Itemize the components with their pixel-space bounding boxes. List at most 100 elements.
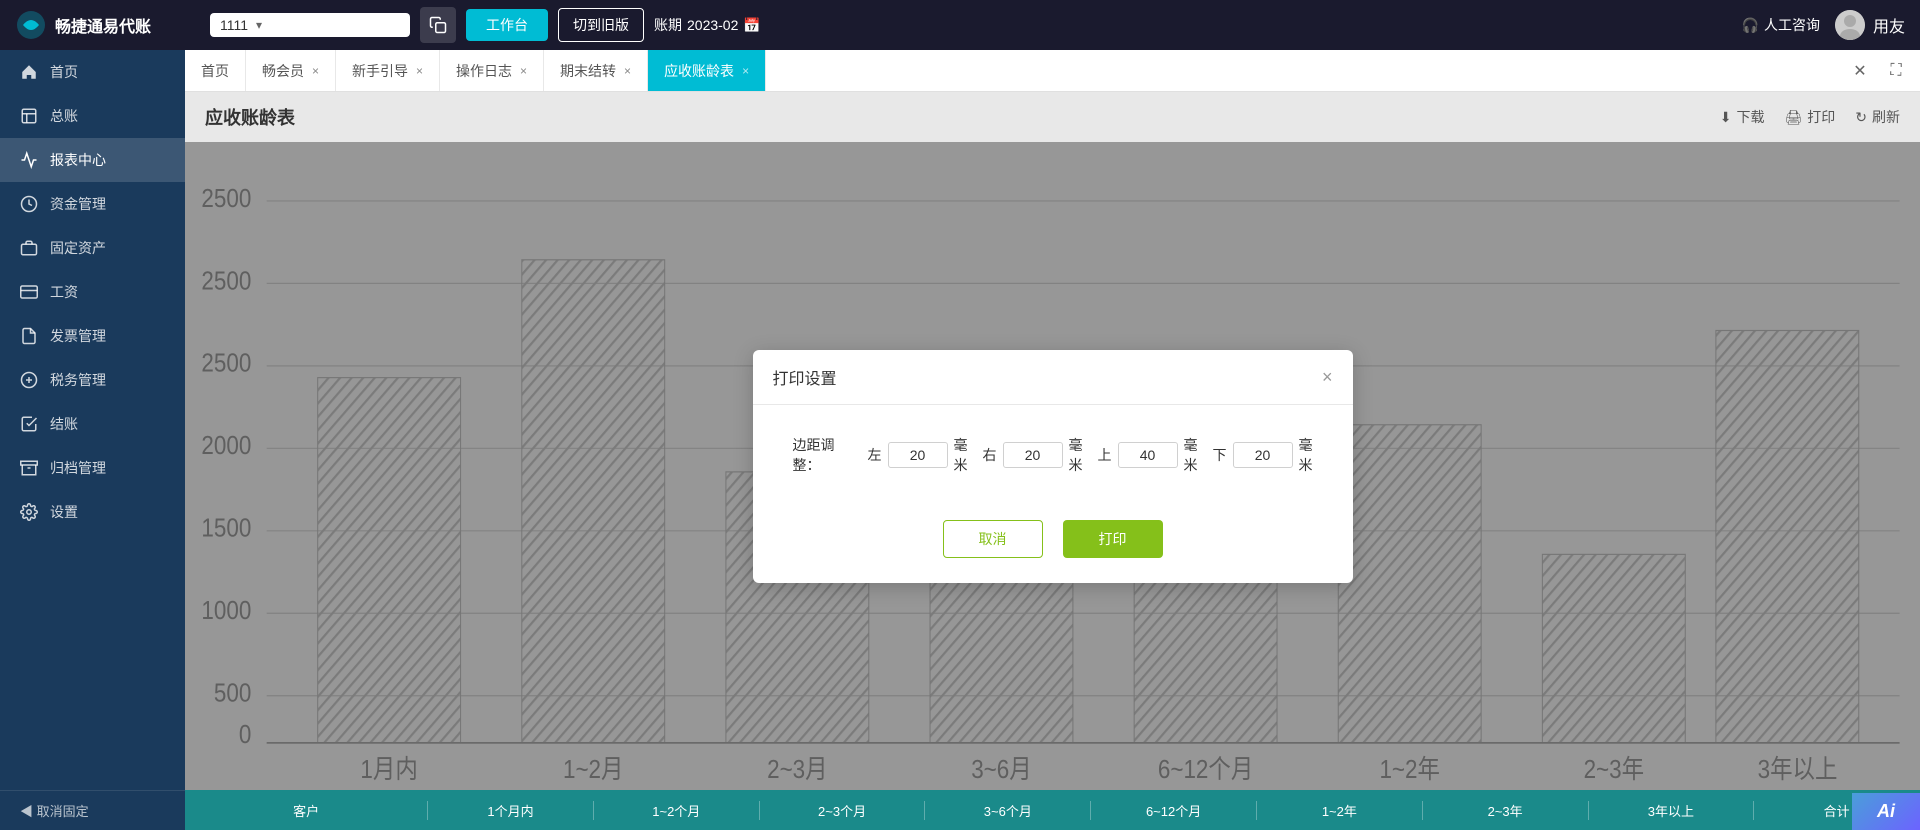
margin-left-input[interactable] (888, 442, 948, 468)
workbench-button[interactable]: 工作台 (466, 9, 548, 41)
ledger-icon (20, 107, 38, 125)
sidebar: 首页 总账 报表中心 (0, 50, 185, 830)
margin-bottom-unit: 毫米 (1299, 435, 1313, 475)
tab-aging[interactable]: 应收账龄表 × (648, 50, 766, 91)
ai-badge-text: Ai (1877, 801, 1895, 821)
salary-icon (20, 283, 38, 301)
margin-label: 边距调整： (793, 435, 853, 475)
tab-guide-close[interactable]: × (416, 64, 423, 78)
table-col-2-3year: 2~3年 (1423, 801, 1589, 820)
margin-right-unit: 毫米 (1069, 435, 1083, 475)
app-header: 畅捷通易代账 1111 ▾ 工作台 切到旧版 账期 2023-02 📅 🎧 人工… (0, 0, 1920, 50)
modal-title: 打印设置 (773, 365, 837, 389)
sidebar-label-reports: 报表中心 (50, 150, 106, 170)
page-header: 应收账龄表 ⬇ 下载 🖨 打印 ↻ 刷新 (185, 92, 1920, 142)
close-window-button[interactable]: ✕ (1846, 57, 1874, 85)
tab-period-end-label: 期末结转 (560, 61, 616, 81)
margin-bottom-input[interactable] (1233, 442, 1293, 468)
sidebar-item-salary[interactable]: 工资 (0, 270, 185, 314)
header-right: 🎧 人工咨询 用友 (1742, 10, 1905, 40)
tab-member[interactable]: 畅会员 × (246, 50, 336, 91)
chevron-down-icon: ▾ (256, 18, 262, 32)
logo-area: 畅捷通易代账 (15, 9, 200, 41)
ai-badge: Ai (1852, 793, 1920, 830)
sidebar-label-settings: 设置 (50, 502, 78, 522)
tab-oplog-close[interactable]: × (520, 64, 527, 78)
avatar (1835, 10, 1865, 40)
margin-left-group: 左 毫米 (868, 435, 968, 475)
modal-overlay: 打印设置 × 边距调整： 左 毫米 (185, 142, 1920, 790)
sidebar-item-settings[interactable]: 设置 (0, 490, 185, 534)
consult-button[interactable]: 🎧 人工咨询 (1742, 15, 1820, 35)
table-col-3plus: 3年以上 (1589, 801, 1755, 820)
tab-bar: 首页 畅会员 × 新手引导 × 操作日志 × 期末结转 × 应收账龄表 × (185, 50, 1920, 92)
content-area: 首页 畅会员 × 新手引导 × 操作日志 × 期末结转 × 应收账龄表 × (185, 50, 1920, 830)
tab-period-end-close[interactable]: × (624, 64, 631, 78)
company-selector[interactable]: 1111 ▾ (210, 13, 410, 37)
table-col-1month: 1个月内 (428, 801, 594, 820)
margin-bottom-group: 下 毫米 (1213, 435, 1313, 475)
refresh-button[interactable]: ↻ 刷新 (1855, 107, 1900, 127)
tab-home-label: 首页 (201, 61, 229, 81)
tab-aging-close[interactable]: × (742, 64, 749, 78)
sidebar-label-invoice: 发票管理 (50, 326, 106, 346)
sidebar-label-home: 首页 (50, 62, 78, 82)
app-name: 畅捷通易代账 (55, 13, 151, 37)
tab-oplog[interactable]: 操作日志 × (440, 50, 544, 91)
page-title: 应收账龄表 (205, 104, 295, 130)
margin-left-label: 左 (868, 445, 882, 465)
headset-icon: 🎧 (1742, 17, 1759, 34)
margin-top-input[interactable] (1118, 442, 1178, 468)
margin-right-group: 右 毫米 (983, 435, 1083, 475)
sidebar-label-funds: 资金管理 (50, 194, 106, 214)
download-label: 下载 (1736, 107, 1764, 127)
settle-icon (20, 415, 38, 433)
header-main: 1111 ▾ 工作台 切到旧版 账期 2023-02 📅 (200, 7, 1742, 43)
sidebar-item-funds[interactable]: 资金管理 (0, 182, 185, 226)
col-customer-label: 客户 (293, 804, 319, 819)
user-info[interactable]: 用友 (1835, 10, 1905, 40)
switch-version-button[interactable]: 切到旧版 (558, 8, 644, 42)
tab-aging-label: 应收账龄表 (664, 61, 734, 81)
refresh-icon: ↻ (1855, 109, 1867, 126)
confirm-print-button[interactable]: 打印 (1063, 520, 1163, 558)
sidebar-item-assets[interactable]: 固定资产 (0, 226, 185, 270)
tab-member-label: 畅会员 (262, 61, 304, 81)
download-button[interactable]: ⬇ 下载 (1720, 107, 1765, 127)
modal-close-button[interactable]: × (1322, 368, 1333, 386)
tab-guide[interactable]: 新手引导 × (336, 50, 440, 91)
reports-icon (20, 151, 38, 169)
table-col-1-2year: 1~2年 (1257, 801, 1423, 820)
calendar-icon[interactable]: 📅 (743, 17, 760, 34)
print-icon: 🖨 (1784, 109, 1802, 126)
assets-icon (20, 239, 38, 257)
col-2-3year-label: 2~3年 (1488, 804, 1523, 819)
modal-footer: 取消 打印 (753, 505, 1353, 583)
tab-home[interactable]: 首页 (185, 50, 246, 91)
maximize-window-button[interactable]: ⛶ (1882, 57, 1910, 85)
sidebar-item-home[interactable]: 首页 (0, 50, 185, 94)
sidebar-item-invoice[interactable]: 发票管理 (0, 314, 185, 358)
sidebar-unpin[interactable]: ◀ 取消固定 (0, 790, 185, 830)
margin-right-label: 右 (983, 445, 997, 465)
margin-bottom-label: 下 (1213, 445, 1227, 465)
print-button[interactable]: 🖨 打印 (1784, 107, 1835, 127)
tab-period-end[interactable]: 期末结转 × (544, 50, 648, 91)
sidebar-item-settle[interactable]: 结账 (0, 402, 185, 446)
tab-bar-actions: ✕ ⛶ (1836, 50, 1920, 91)
sidebar-item-archive[interactable]: 归档管理 (0, 446, 185, 490)
tab-oplog-label: 操作日志 (456, 61, 512, 81)
settings-icon (20, 503, 38, 521)
tab-guide-label: 新手引导 (352, 61, 408, 81)
sidebar-item-reports[interactable]: 报表中心 (0, 138, 185, 182)
cancel-button[interactable]: 取消 (943, 520, 1043, 558)
tab-member-close[interactable]: × (312, 64, 319, 78)
sidebar-item-ledger[interactable]: 总账 (0, 94, 185, 138)
copy-icon-btn[interactable] (420, 7, 456, 43)
logo-icon (15, 9, 47, 41)
table-col-6-12month: 6~12个月 (1091, 801, 1257, 820)
sidebar-item-tax[interactable]: 税务管理 (0, 358, 185, 402)
period-value: 2023-02 (687, 17, 738, 33)
margin-right-input[interactable] (1003, 442, 1063, 468)
margin-left-unit: 毫米 (954, 435, 968, 475)
